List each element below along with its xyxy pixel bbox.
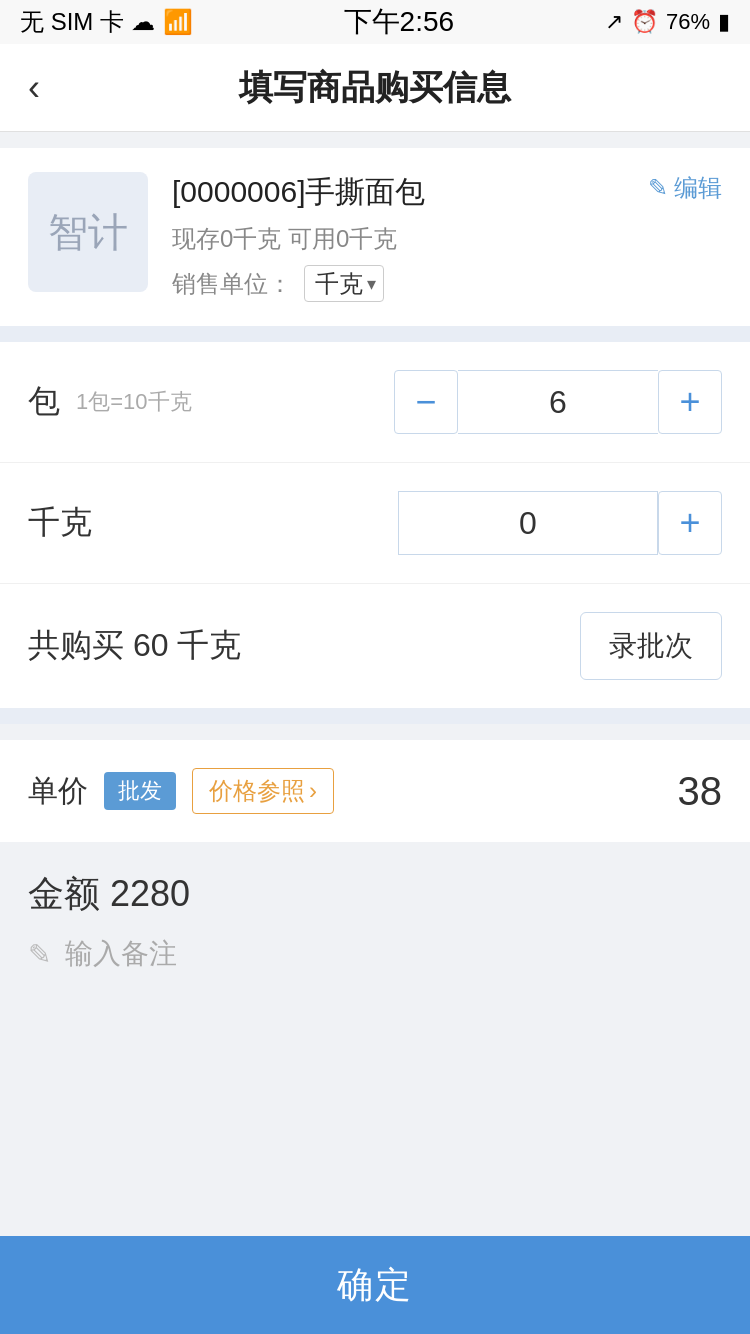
price-section: 单价 批发 价格参照 › 38 (0, 740, 750, 842)
price-ref-label: 价格参照 (209, 775, 305, 807)
qty-input-bao[interactable] (458, 370, 658, 434)
location-icon: ↗ (605, 9, 623, 35)
page-title: 填写商品购买信息 (239, 65, 511, 111)
battery-text: 76% (666, 9, 710, 35)
summary-amount: 60 (133, 627, 169, 663)
price-ref-icon: › (309, 777, 317, 805)
edit-icon: ✎ (648, 174, 668, 202)
nav-bar: ‹ 填写商品购买信息 (0, 44, 750, 132)
qty-input-kg[interactable] (398, 491, 658, 555)
confirm-button[interactable]: 确定 (0, 1236, 750, 1334)
note-placeholder: 输入备注 (65, 935, 177, 973)
note-row[interactable]: ✎ 输入备注 (28, 935, 722, 1001)
price-ref-button[interactable]: 价格参照 › (192, 768, 334, 814)
price-value: 38 (678, 769, 723, 814)
summary-text: 共购买 60 千克 (28, 624, 241, 668)
edit-button[interactable]: ✎ 编辑 (648, 172, 722, 204)
amount-value: 2280 (110, 873, 190, 914)
unit-select-wrapper[interactable]: 千克 (304, 265, 384, 302)
summary-row: 共购买 60 千克 录批次 (0, 584, 750, 708)
wifi-icon: 📶 (163, 8, 193, 36)
summary-prefix: 共购买 (28, 627, 124, 663)
qty-minus-bao[interactable]: − (394, 370, 458, 434)
status-left: 无 SIM 卡 ☁ 📶 (20, 6, 193, 38)
qty-plus-kg[interactable]: + (658, 491, 722, 555)
quantity-row-kg: 千克 + (0, 463, 750, 584)
qty-label-bao: 包 1包=10千克 (28, 380, 192, 424)
qty-controls-bao: − + (394, 370, 722, 434)
unit-select[interactable]: 千克 (304, 265, 384, 302)
no-sim-text: 无 SIM 卡 ☁ (20, 6, 155, 38)
battery-icon: ▮ (718, 9, 730, 35)
qty-plus-bao[interactable]: + (658, 370, 722, 434)
qty-hint-bao: 1包=10千克 (76, 387, 192, 417)
quantity-section: 包 1包=10千克 − + 千克 + (0, 342, 750, 584)
product-unit-row: 销售单位： 千克 (172, 265, 722, 302)
product-info: [0000006]手撕面包 现存0千克 可用0千克 销售单位： 千克 (172, 172, 722, 302)
back-button[interactable]: ‹ (28, 67, 40, 109)
alarm-icon: ⏰ (631, 9, 658, 35)
price-label: 单价 (28, 771, 88, 812)
summary-unit: 千克 (177, 627, 241, 663)
amount-row: 金额 2280 (28, 870, 722, 919)
quantity-row-bao: 包 1包=10千克 − + (0, 342, 750, 463)
status-bar: 无 SIM 卡 ☁ 📶 下午2:56 ↗ ⏰ 76% ▮ (0, 0, 750, 44)
separator-1 (0, 326, 750, 342)
qty-controls-kg: + (398, 491, 722, 555)
separator-2 (0, 708, 750, 724)
product-name: [0000006]手撕面包 (172, 172, 722, 213)
unit-label: 销售单位： (172, 268, 292, 300)
edit-label: 编辑 (674, 172, 722, 204)
amount-label: 金额 (28, 873, 100, 914)
qty-unit-bao: 包 (28, 380, 60, 424)
status-time: 下午2:56 (344, 3, 455, 41)
price-badge: 批发 (104, 772, 176, 810)
product-card: 智计 [0000006]手撕面包 现存0千克 可用0千克 销售单位： 千克 ✎ … (0, 148, 750, 326)
product-thumbnail: 智计 (28, 172, 148, 292)
record-batch-button[interactable]: 录批次 (580, 612, 722, 680)
amount-section: 金额 2280 ✎ 输入备注 (0, 842, 750, 1001)
qty-label-kg: 千克 (28, 501, 92, 545)
product-logo: 智计 (48, 205, 128, 260)
status-right: ↗ ⏰ 76% ▮ (605, 9, 730, 35)
qty-unit-kg: 千克 (28, 501, 92, 545)
product-stock: 现存0千克 可用0千克 (172, 223, 722, 255)
pencil-icon: ✎ (28, 938, 51, 971)
